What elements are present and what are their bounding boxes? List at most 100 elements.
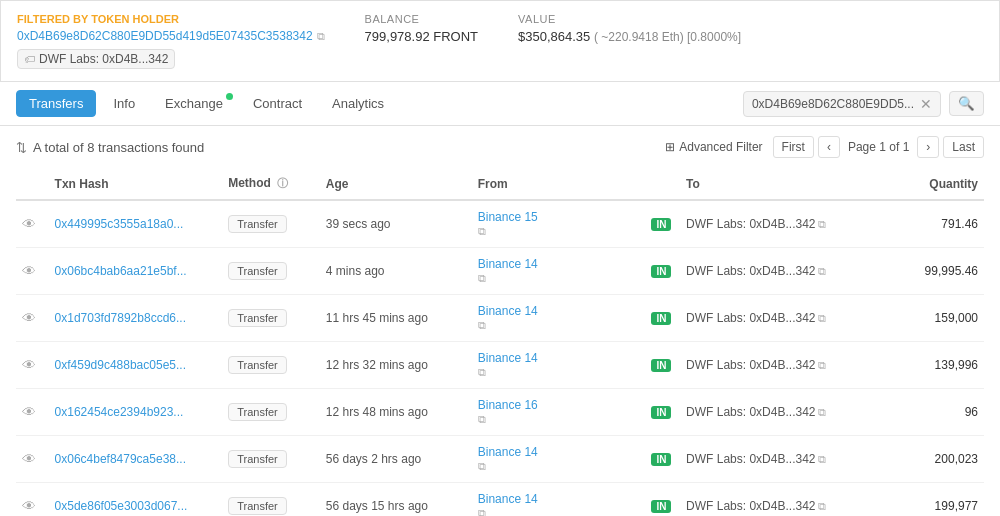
tabs-bar: Transfers Info Exchange Contract Analyti… bbox=[0, 82, 1000, 126]
watch-icon[interactable]: 👁 bbox=[22, 263, 36, 279]
from-link[interactable]: Binance 14 bbox=[478, 492, 640, 506]
table-row: 👁 0xf459d9c488bac05e5... Transfer 12 hrs… bbox=[16, 342, 984, 389]
tx-hash-link[interactable]: 0x06bc4bab6aa21e5bf... bbox=[55, 264, 187, 278]
result-text: ⇅ A total of 8 transactions found bbox=[16, 140, 204, 155]
col-method: Method ⓘ bbox=[222, 168, 320, 200]
copy-to-icon[interactable]: ⧉ bbox=[818, 500, 826, 513]
from-link[interactable]: Binance 16 bbox=[478, 398, 640, 412]
tx-hash-link[interactable]: 0x162454ce2394b923... bbox=[55, 405, 184, 419]
last-page-top[interactable]: Last bbox=[943, 136, 984, 158]
method-badge: Transfer bbox=[228, 262, 287, 280]
tx-hash-link[interactable]: 0x1d703fd7892b8ccd6... bbox=[55, 311, 186, 325]
pill-close-button[interactable]: ✕ bbox=[920, 96, 932, 112]
tx-hash-link[interactable]: 0x06c4bef8479ca5e38... bbox=[55, 452, 186, 466]
to-text: DWF Labs: 0xD4B...342 ⧉ bbox=[686, 405, 869, 419]
from-link[interactable]: Binance 14 bbox=[478, 304, 640, 318]
value-main: $350,864.35 ( ~220.9418 Eth) [0.8000%] bbox=[518, 29, 741, 44]
age-text: 12 hrs 48 mins ago bbox=[326, 405, 428, 419]
age-text: 11 hrs 45 mins ago bbox=[326, 311, 428, 325]
banner-address: 0xD4B69e8D62C880E9DD55d419d5E07435C35383… bbox=[17, 29, 325, 43]
tab-info[interactable]: Info bbox=[100, 90, 148, 117]
tx-hash-link[interactable]: 0x449995c3555a18a0... bbox=[55, 217, 184, 231]
method-badge: Transfer bbox=[228, 497, 287, 515]
top-banner: FILTERED BY TOKEN HOLDER 0xD4B69e8D62C88… bbox=[0, 0, 1000, 82]
search-button[interactable]: 🔍 bbox=[949, 91, 984, 116]
col-from: From bbox=[472, 168, 646, 200]
tab-exchange[interactable]: Exchange bbox=[152, 90, 236, 117]
tab-analytics[interactable]: Analytics bbox=[319, 90, 397, 117]
from-link[interactable]: Binance 14 bbox=[478, 351, 640, 365]
main-content: ⇅ A total of 8 transactions found ⊞ Adva… bbox=[0, 126, 1000, 516]
method-help-icon[interactable]: ⓘ bbox=[277, 177, 288, 189]
tabs-right: 0xD4B69e8D62C880E9DD5... ✕ 🔍 bbox=[743, 91, 984, 117]
tab-transfers[interactable]: Transfers bbox=[16, 90, 96, 117]
copy-from-icon[interactable]: ⧉ bbox=[478, 366, 486, 378]
copy-from-icon[interactable]: ⧉ bbox=[478, 460, 486, 472]
copy-to-icon[interactable]: ⧉ bbox=[818, 453, 826, 466]
quantity-cell: 200,023 bbox=[875, 436, 984, 483]
method-badge: Transfer bbox=[228, 403, 287, 421]
col-txhash: Txn Hash bbox=[49, 168, 223, 200]
balance-section: BALANCE 799,978.92 FRONT bbox=[365, 13, 478, 44]
watch-icon[interactable]: 👁 bbox=[22, 310, 36, 326]
prev-page-top[interactable]: ‹ bbox=[818, 136, 840, 158]
to-text: DWF Labs: 0xD4B...342 ⧉ bbox=[686, 217, 869, 231]
watch-icon[interactable]: 👁 bbox=[22, 357, 36, 373]
copy-from-icon[interactable]: ⧉ bbox=[478, 319, 486, 331]
copy-to-icon[interactable]: ⧉ bbox=[818, 312, 826, 325]
tab-contract[interactable]: Contract bbox=[240, 90, 315, 117]
copy-from-icon[interactable]: ⧉ bbox=[478, 507, 486, 516]
quantity-cell: 96 bbox=[875, 389, 984, 436]
tx-hash-link[interactable]: 0x5de86f05e3003d067... bbox=[55, 499, 188, 513]
copy-to-icon[interactable]: ⧉ bbox=[818, 265, 826, 278]
direction-badge: IN bbox=[651, 453, 671, 466]
method-badge: Transfer bbox=[228, 215, 287, 233]
direction-badge: IN bbox=[651, 406, 671, 419]
value-section: VALUE $350,864.35 ( ~220.9418 Eth) [0.80… bbox=[518, 13, 741, 44]
age-text: 12 hrs 32 mins ago bbox=[326, 358, 428, 372]
sort-icon: ⇅ bbox=[16, 140, 27, 155]
top-pagination: First ‹ Page 1 of 1 › Last bbox=[773, 136, 984, 158]
advanced-filter-button[interactable]: ⊞ Advanced Filter bbox=[665, 140, 762, 154]
from-link[interactable]: Binance 14 bbox=[478, 445, 640, 459]
copy-to-icon[interactable]: ⧉ bbox=[818, 359, 826, 372]
copy-from-icon[interactable]: ⧉ bbox=[478, 413, 486, 425]
watch-icon[interactable]: 👁 bbox=[22, 451, 36, 467]
watch-icon[interactable]: 👁 bbox=[22, 216, 36, 232]
to-text: DWF Labs: 0xD4B...342 ⧉ bbox=[686, 499, 869, 513]
copy-from-icon[interactable]: ⧉ bbox=[478, 272, 486, 284]
col-age: Age bbox=[320, 168, 472, 200]
copy-from-icon[interactable]: ⧉ bbox=[478, 225, 486, 237]
copy-to-icon[interactable]: ⧉ bbox=[818, 218, 826, 231]
method-badge: Transfer bbox=[228, 356, 287, 374]
first-page-top[interactable]: First bbox=[773, 136, 814, 158]
watch-icon[interactable]: 👁 bbox=[22, 404, 36, 420]
copy-to-icon[interactable]: ⧉ bbox=[818, 406, 826, 419]
table-row: 👁 0x449995c3555a18a0... Transfer 39 secs… bbox=[16, 200, 984, 248]
from-link[interactable]: Binance 14 bbox=[478, 257, 640, 271]
quantity-cell: 139,996 bbox=[875, 342, 984, 389]
table-row: 👁 0x06bc4bab6aa21e5bf... Transfer 4 mins… bbox=[16, 248, 984, 295]
copy-address-icon[interactable]: ⧉ bbox=[317, 30, 325, 43]
quantity-cell: 791.46 bbox=[875, 200, 984, 248]
tag-icon: 🏷 bbox=[24, 53, 35, 65]
to-text: DWF Labs: 0xD4B...342 ⧉ bbox=[686, 264, 869, 278]
col-dir bbox=[645, 168, 680, 200]
age-text: 39 secs ago bbox=[326, 217, 391, 231]
watch-icon[interactable]: 👁 bbox=[22, 498, 36, 514]
next-page-top[interactable]: › bbox=[917, 136, 939, 158]
exchange-dot bbox=[226, 93, 233, 100]
age-text: 4 mins ago bbox=[326, 264, 385, 278]
col-to: To bbox=[680, 168, 875, 200]
quantity-cell: 159,000 bbox=[875, 295, 984, 342]
table-row: 👁 0x1d703fd7892b8ccd6... Transfer 11 hrs… bbox=[16, 295, 984, 342]
table-row: 👁 0x162454ce2394b923... Transfer 12 hrs … bbox=[16, 389, 984, 436]
transactions-table: Txn Hash Method ⓘ Age From To Quantity 👁… bbox=[16, 168, 984, 516]
search-icon: 🔍 bbox=[958, 96, 975, 111]
age-text: 56 days 2 hrs ago bbox=[326, 452, 421, 466]
table-row: 👁 0x5de86f05e3003d067... Transfer 56 day… bbox=[16, 483, 984, 517]
from-link[interactable]: Binance 15 bbox=[478, 210, 640, 224]
tx-hash-link[interactable]: 0xf459d9c488bac05e5... bbox=[55, 358, 186, 372]
to-text: DWF Labs: 0xD4B...342 ⧉ bbox=[686, 358, 869, 372]
direction-badge: IN bbox=[651, 312, 671, 325]
